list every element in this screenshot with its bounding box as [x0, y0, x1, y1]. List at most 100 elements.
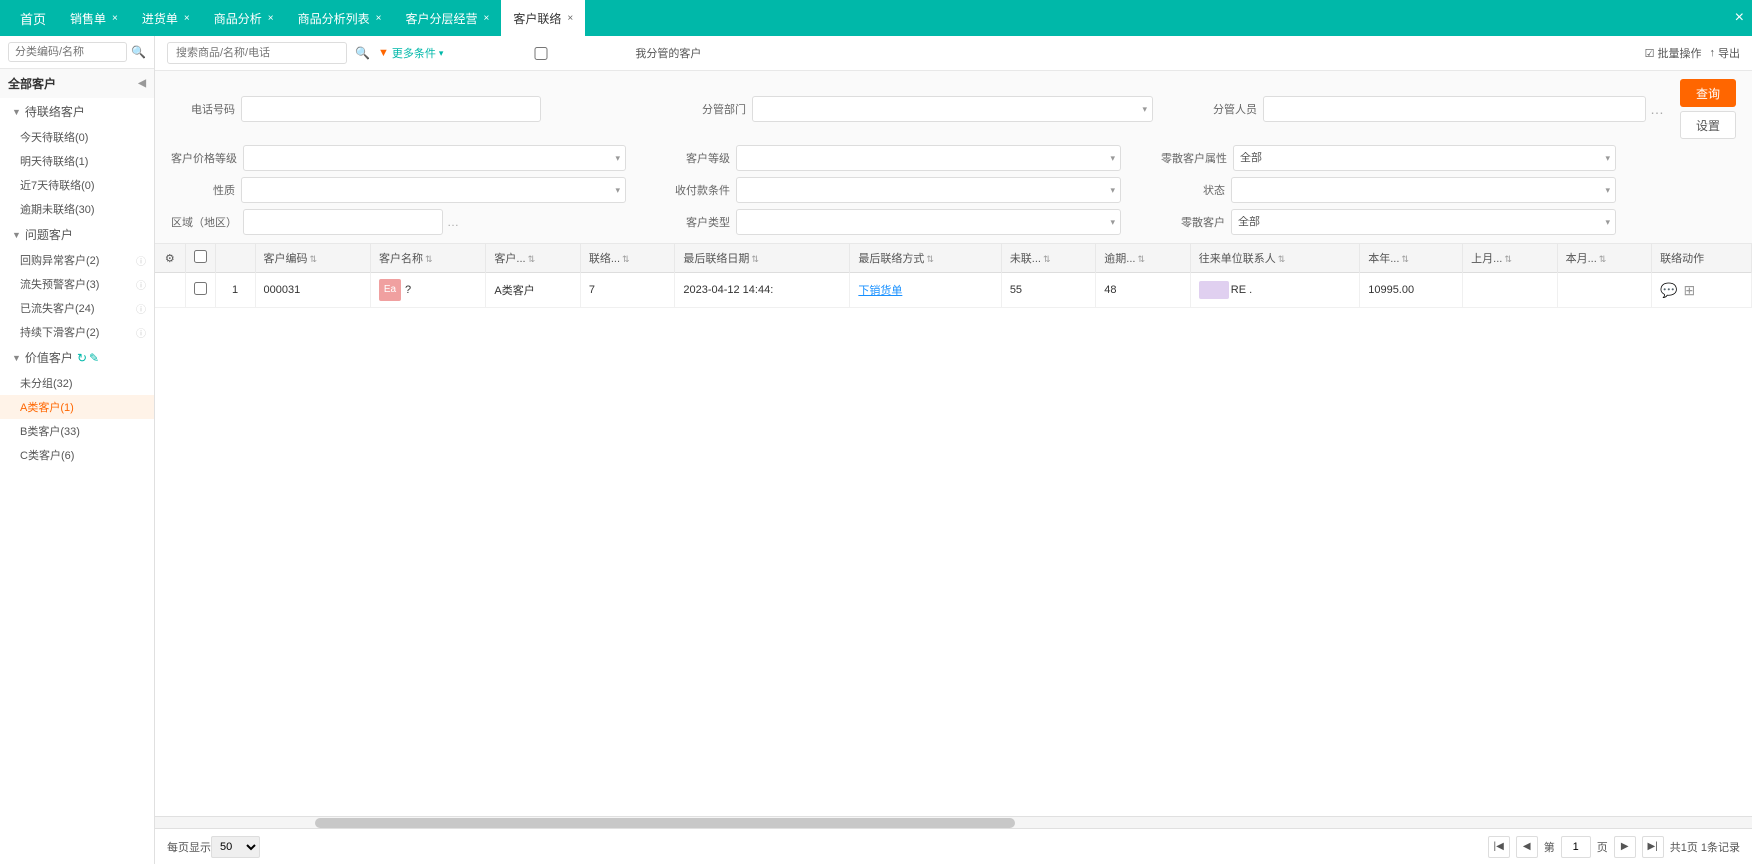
row-checkbox[interactable] [194, 282, 207, 295]
sidebar-ungrouped[interactable]: 未分组(32) [0, 371, 154, 395]
customer-type-select[interactable] [736, 209, 1121, 235]
region-input[interactable] [243, 209, 443, 235]
prev-page-btn[interactable]: ◀ [1516, 836, 1538, 858]
th-last-contact-method[interactable]: 最后联络方式⇅ [850, 244, 1001, 273]
sidebar-7days-contact[interactable]: 近7天待联络(0) [0, 173, 154, 197]
batch-op-btn[interactable]: ☑ 批量操作 [1645, 45, 1702, 61]
message-icon[interactable]: 💬 [1660, 282, 1677, 299]
sidebar-today-contact-label: 今天待联络(0) [20, 129, 88, 145]
sort-method-icon: ⇅ [926, 254, 934, 264]
value-customers-group[interactable]: ▼ 价值客户 ↻ ✎ [0, 344, 154, 371]
sidebar-b-class[interactable]: B类客户(33) [0, 419, 154, 443]
collapse-icon[interactable]: ◀ [138, 78, 146, 89]
page-input[interactable] [1561, 836, 1591, 858]
th-this-month[interactable]: 本月...⇅ [1557, 244, 1651, 273]
more-conditions-label: 更多条件 [392, 45, 436, 61]
nature-select-wrapper: ▾ [241, 177, 626, 203]
th-gear[interactable]: ⚙ [155, 244, 185, 273]
td-last-contact-method[interactable]: 下销货单 [850, 273, 1001, 308]
nav-tab-purchase-close[interactable]: × [184, 13, 190, 24]
dept-select[interactable] [752, 96, 1153, 122]
close-all-btn[interactable]: × [1735, 9, 1744, 27]
th-this-year[interactable]: 本年...⇅ [1360, 244, 1463, 273]
problem-customers-group[interactable]: ▼ 问题客户 [0, 221, 154, 248]
th-last-month[interactable]: 上月...⇅ [1463, 244, 1557, 273]
retail-customer-select[interactable]: 全部 [1231, 209, 1616, 235]
th-overdue[interactable]: 逾期...⇅ [1096, 244, 1190, 273]
nav-tab-customer-contact[interactable]: 客户联络 × [501, 0, 585, 36]
sidebar-c-class[interactable]: C类客户(6) [0, 443, 154, 467]
phone-input[interactable] [241, 96, 541, 122]
payment-select[interactable] [736, 177, 1121, 203]
region-more-icon[interactable]: … [447, 215, 459, 229]
nav-tab-customer-mgmt-close[interactable]: × [483, 13, 489, 24]
sidebar-churn-warning[interactable]: 流失预警客户(3) ⓘ [0, 272, 154, 296]
nav-tab-analysis-close[interactable]: × [268, 13, 274, 24]
nav-tab-analysis[interactable]: 商品分析 × [202, 0, 286, 36]
td-unit-contact: RE . [1190, 273, 1359, 308]
td-checkbox[interactable] [185, 273, 215, 308]
table-row: 1 000031 Ea? A类客户 7 2023-04-12 14:44: 下销… [155, 273, 1752, 308]
next-page-btn[interactable]: ▶ [1614, 836, 1636, 858]
unit-contact-badge [1199, 281, 1229, 299]
edit-icon[interactable]: ✎ [89, 351, 99, 365]
sidebar-abnormal-repurchase[interactable]: 回购异常客户(2) ⓘ [0, 248, 154, 272]
info-icon-0: ⓘ [136, 253, 146, 268]
refresh-icon[interactable]: ↻ [77, 351, 87, 365]
th-code[interactable]: 客户编码⇅ [255, 244, 370, 273]
pending-contact-group[interactable]: ▼ 待联络客户 [0, 98, 154, 125]
price-grade-select[interactable] [243, 145, 626, 171]
th-checkbox[interactable] [185, 244, 215, 273]
search-input[interactable] [167, 42, 347, 64]
retail-attr-select[interactable]: 全部 [1233, 145, 1616, 171]
last-page-btn[interactable]: ▶| [1642, 836, 1664, 858]
nav-tab-purchase[interactable]: 进货单 × [130, 0, 202, 36]
query-btn[interactable]: 查询 [1680, 79, 1736, 107]
th-customer-type[interactable]: 客户...⇅ [486, 244, 580, 273]
th-contact-count[interactable]: 联络...⇅ [580, 244, 674, 273]
export-btn[interactable]: ↑ 导出 [1710, 45, 1741, 61]
info-icon-3: ⓘ [136, 325, 146, 340]
th-name[interactable]: 客户名称⇅ [370, 244, 485, 273]
qr-icon[interactable]: ⊞ [1684, 282, 1696, 299]
my-customers-filter[interactable]: 我分管的客户 [451, 45, 701, 61]
filter-person: 分管人员 … [1193, 96, 1664, 122]
scrollbar-thumb[interactable] [315, 818, 1015, 828]
nav-home[interactable]: 首页 [8, 0, 58, 36]
per-page-select[interactable]: 50 20 100 [211, 836, 260, 858]
retail-attr-select-wrapper: 全部 ▾ [1233, 145, 1616, 171]
sidebar-today-contact[interactable]: 今天待联络(0) [0, 125, 154, 149]
search-btn[interactable]: 🔍 [355, 46, 370, 60]
contact-method-link[interactable]: 下销货单 [858, 285, 902, 297]
td-name: Ea? [370, 273, 485, 308]
customer-grade-select[interactable] [736, 145, 1121, 171]
sidebar-declining[interactable]: 持续下滑客户(2) ⓘ [0, 320, 154, 344]
nav-tab-analysis-list-close[interactable]: × [376, 13, 382, 24]
sidebar-search-input[interactable] [8, 42, 127, 62]
nav-tab-customer-contact-close[interactable]: × [567, 13, 573, 24]
settings-btn[interactable]: 设置 [1680, 111, 1736, 139]
person-more-icon[interactable]: … [1650, 101, 1664, 117]
th-unit-contact[interactable]: 往来单位联系人⇅ [1190, 244, 1359, 273]
nav-tab-customer-mgmt[interactable]: 客户分层经营 × [393, 0, 501, 36]
th-uncontact[interactable]: 未联...⇅ [1001, 244, 1095, 273]
my-customers-checkbox[interactable] [451, 47, 631, 60]
sidebar-a-class[interactable]: A类客户(1) [0, 395, 154, 419]
nav-tab-sales[interactable]: 销售单 × [58, 0, 130, 36]
th-last-contact-date[interactable]: 最后联络日期⇅ [675, 244, 850, 273]
first-page-btn[interactable]: |◀ [1488, 836, 1510, 858]
horizontal-scrollbar[interactable] [155, 816, 1752, 828]
sidebar-search-icon[interactable]: 🔍 [131, 45, 146, 59]
select-all-checkbox[interactable] [194, 250, 207, 263]
status-select[interactable] [1231, 177, 1616, 203]
person-input[interactable] [1263, 96, 1646, 122]
sidebar-churned[interactable]: 已流失客户(24) ⓘ [0, 296, 154, 320]
filter-row-1: 电话号码 分管部门 ▾ 分管人员 … [171, 79, 1736, 139]
nav-tab-sales-close[interactable]: × [112, 13, 118, 24]
more-conditions-btn[interactable]: ▼ 更多条件 ▾ [378, 45, 443, 61]
sidebar-tomorrow-contact[interactable]: 明天待联络(1) [0, 149, 154, 173]
nature-select[interactable] [241, 177, 626, 203]
sidebar-overdue-contact[interactable]: 逾期未联络(30) [0, 197, 154, 221]
nav-tab-analysis-list[interactable]: 商品分析列表 × [286, 0, 394, 36]
page-label: 第 [1544, 839, 1555, 855]
